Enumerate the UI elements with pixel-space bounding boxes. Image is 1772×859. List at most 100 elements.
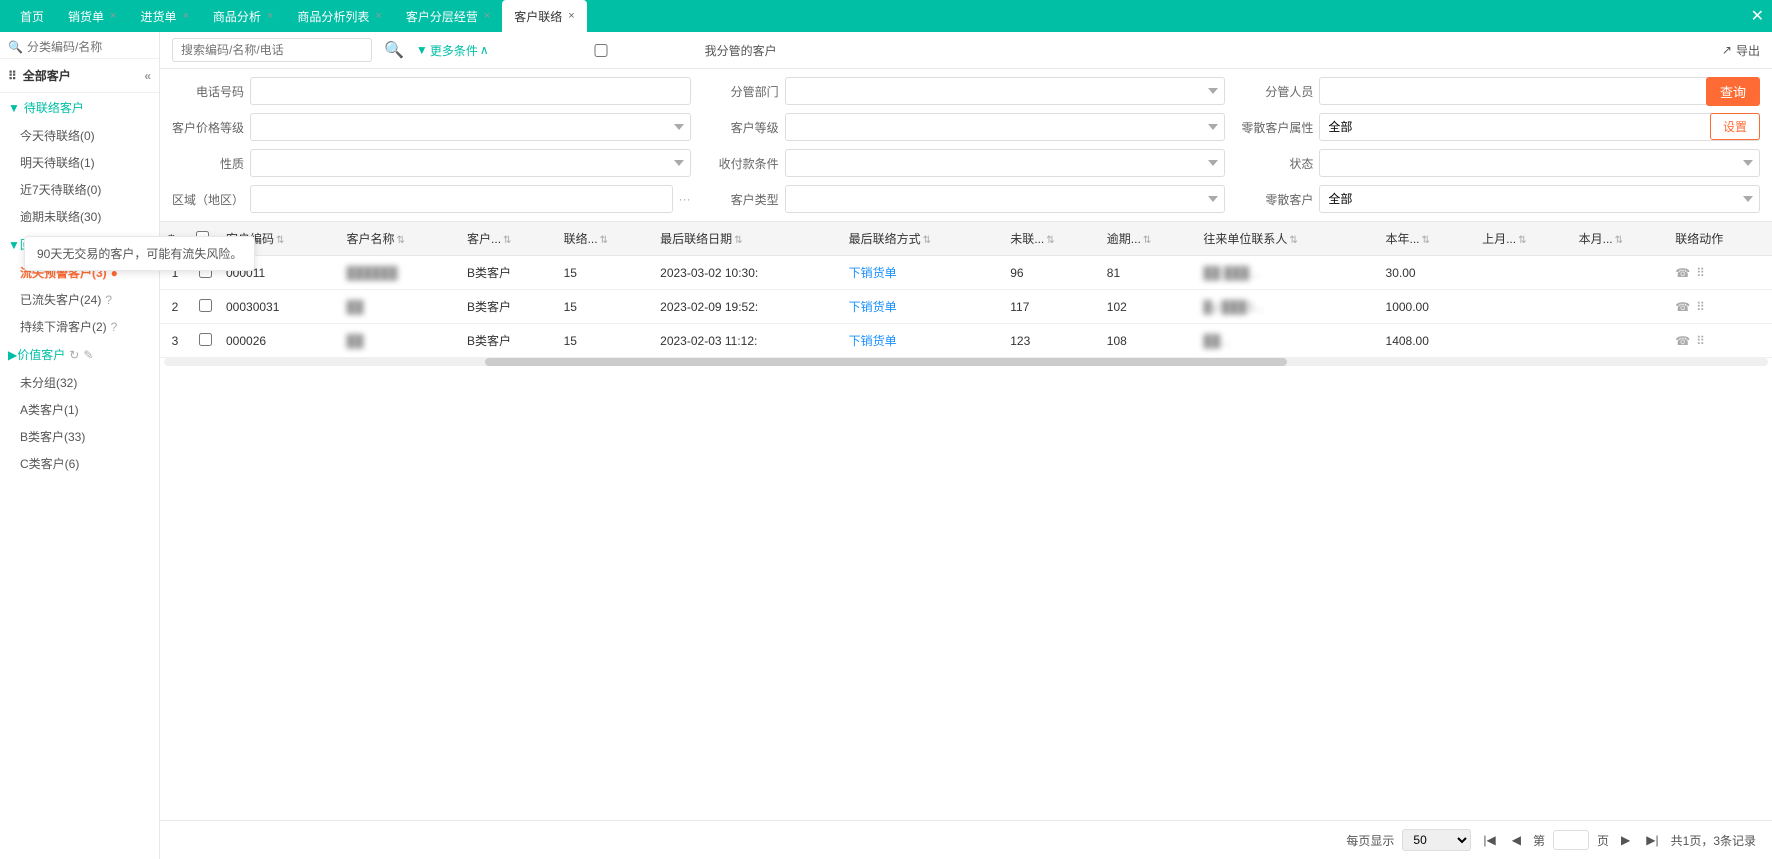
row-checkbox[interactable] [199,333,212,346]
row-this-year: 1408.00 [1380,324,1477,358]
row-last-contact-way[interactable]: 下销货单 [843,256,1005,290]
sidebar-item-b-class[interactable]: B类客户(33) [0,423,159,450]
row-action[interactable]: ☎ ⠿ [1669,256,1772,290]
row-code: 00030031 [220,290,341,324]
sidebar-item-c-class[interactable]: C类客户(6) [0,450,159,477]
last-page-button[interactable]: ▶| [1642,831,1662,849]
customer-type-label: 客户类型 [707,191,779,208]
row-last-month [1476,290,1573,324]
last-contact-way-link[interactable]: 下销货单 [849,266,897,280]
nature-select[interactable] [250,149,691,177]
close-all-button[interactable]: ✕ [1751,6,1764,26]
value-edit-icon[interactable]: ✎ [83,348,93,362]
row-not-contacted: 123 [1004,324,1101,358]
row-checkbox-cell[interactable] [190,290,220,324]
row-num: 2 [160,290,190,324]
phone-action-icon[interactable]: ☎ [1675,300,1690,314]
settings-button[interactable]: 设置 [1710,113,1760,140]
tab-customer-contact[interactable]: 客户联络 × [502,0,586,32]
last-contact-way-link[interactable]: 下销货单 [849,300,897,314]
first-page-button[interactable]: |◀ [1479,831,1499,849]
sidebar-item-week-pending[interactable]: 近7天待联络(0) [0,176,159,203]
sidebar-search-input[interactable] [27,40,151,54]
tab-customer-tier[interactable]: 客户分层经营 × [394,0,502,32]
status-select[interactable] [1319,149,1760,177]
export-button[interactable]: ↗ 导出 [1722,42,1760,59]
prev-page-button[interactable]: ◀ [1508,831,1525,849]
customer-grade-label: 客户等级 [707,119,779,136]
tab-sales-close[interactable]: × [110,10,116,22]
sidebar-item-tomorrow-pending-label: 明天待联络(1) [20,154,95,171]
tab-sales[interactable]: 销货单 × [56,0,128,32]
region-input[interactable] [250,185,673,213]
row-action[interactable]: ☎ ⠿ [1669,290,1772,324]
tab-analysis-close[interactable]: × [267,10,273,22]
sidebar-item-overdue-pending[interactable]: 逾期未联络(30) [0,203,159,230]
zero-customer-select[interactable]: 全部 [1319,185,1760,213]
sidebar-group-value[interactable]: ▶ 价值客户 ↻ ✎ [0,340,159,369]
row-action[interactable]: ☎ ⠿ [1669,324,1772,358]
th-last-month: 上月...⇅ [1476,222,1573,256]
more-action-icon[interactable]: ⠿ [1696,334,1705,348]
row-checkbox-cell[interactable] [190,324,220,358]
value-refresh-icon[interactable]: ↻ [69,348,79,362]
sidebar-item-declining[interactable]: 持续下滑客户(2) ? [0,313,159,340]
row-last-contact-date: 2023-02-03 11:12: [654,324,842,358]
row-type: B类客户 [461,290,558,324]
tab-analysis-list-close[interactable]: × [375,10,381,22]
filter-row-manager: 分管人员 ··· 查询 设置 [1241,77,1760,105]
row-last-contact-way[interactable]: 下销货单 [843,324,1005,358]
sidebar-collapse-icon[interactable]: « [144,69,151,83]
row-last-contact-way[interactable]: 下销货单 [843,290,1005,324]
my-customers-checkbox[interactable] [501,44,701,57]
filter-row-zero-customer: 零散客户 全部 [1241,185,1760,213]
query-button[interactable]: 查询 [1706,77,1760,106]
phone-action-icon[interactable]: ☎ [1675,334,1690,348]
tab-customer-contact-close[interactable]: × [568,10,574,22]
tab-analysis[interactable]: 商品分析 × [201,0,285,32]
sidebar-item-already-churn-label: 已流失客户(24) [20,291,101,308]
more-filter-button[interactable]: ▼ 更多条件 ∧ [416,42,489,59]
customer-type-select[interactable] [785,185,1226,213]
row-not-contacted: 117 [1004,290,1101,324]
phone-action-icon[interactable]: ☎ [1675,266,1690,280]
sidebar-item-tomorrow-pending[interactable]: 明天待联络(1) [0,149,159,176]
last-contact-way-link[interactable]: 下销货单 [849,334,897,348]
customer-grade-select[interactable] [785,113,1226,141]
dept-select[interactable] [785,77,1226,105]
tab-home-label: 首页 [20,8,44,25]
phone-input[interactable] [250,77,691,105]
tab-purchase-close[interactable]: × [182,10,188,22]
tab-analysis-list[interactable]: 商品分析列表 × [285,0,393,32]
sidebar-item-ungrouped[interactable]: 未分组(32) [0,369,159,396]
more-action-icon[interactable]: ⠿ [1696,266,1705,280]
my-customers-checkbox-label[interactable]: 我分管的客户 [501,42,777,59]
current-page-input[interactable]: 1 [1553,830,1589,850]
search-button[interactable]: 🔍 [384,40,404,60]
pending-arrow-icon: ▼ [8,101,20,115]
sidebar-item-today-pending[interactable]: 今天待联络(0) [0,122,159,149]
tab-customer-tier-close[interactable]: × [484,10,490,22]
sidebar-all-customers-label: 全部客户 [23,67,71,84]
more-action-icon[interactable]: ⠿ [1696,300,1705,314]
payment-select[interactable] [785,149,1226,177]
tab-home[interactable]: 首页 [8,0,56,32]
search-input[interactable] [172,38,372,62]
row-last-contact-date: 2023-03-02 10:30: [654,256,842,290]
next-page-button[interactable]: ▶ [1617,831,1634,849]
per-page-select[interactable]: 50 100 200 [1402,829,1471,851]
region-dots[interactable]: ··· [679,192,691,206]
sidebar-group-pending[interactable]: ▼ 待联络客户 [0,93,159,122]
row-checkbox[interactable] [199,299,212,312]
tab-purchase[interactable]: 进货单 × [128,0,200,32]
row-this-month [1573,290,1670,324]
price-grade-select[interactable] [250,113,691,141]
horizontal-scroll-indicator[interactable] [164,358,1768,366]
sidebar-item-already-churn[interactable]: 已流失客户(24) ? [0,286,159,313]
row-overdue: 102 [1101,290,1198,324]
sidebar-item-a-class[interactable]: A类客户(1) [0,396,159,423]
phone-label: 电话号码 [172,83,244,100]
zero-attr-select[interactable]: 全部 [1319,113,1760,141]
tab-sales-label: 销货单 [68,8,104,25]
manager-input[interactable] [1319,77,1742,105]
